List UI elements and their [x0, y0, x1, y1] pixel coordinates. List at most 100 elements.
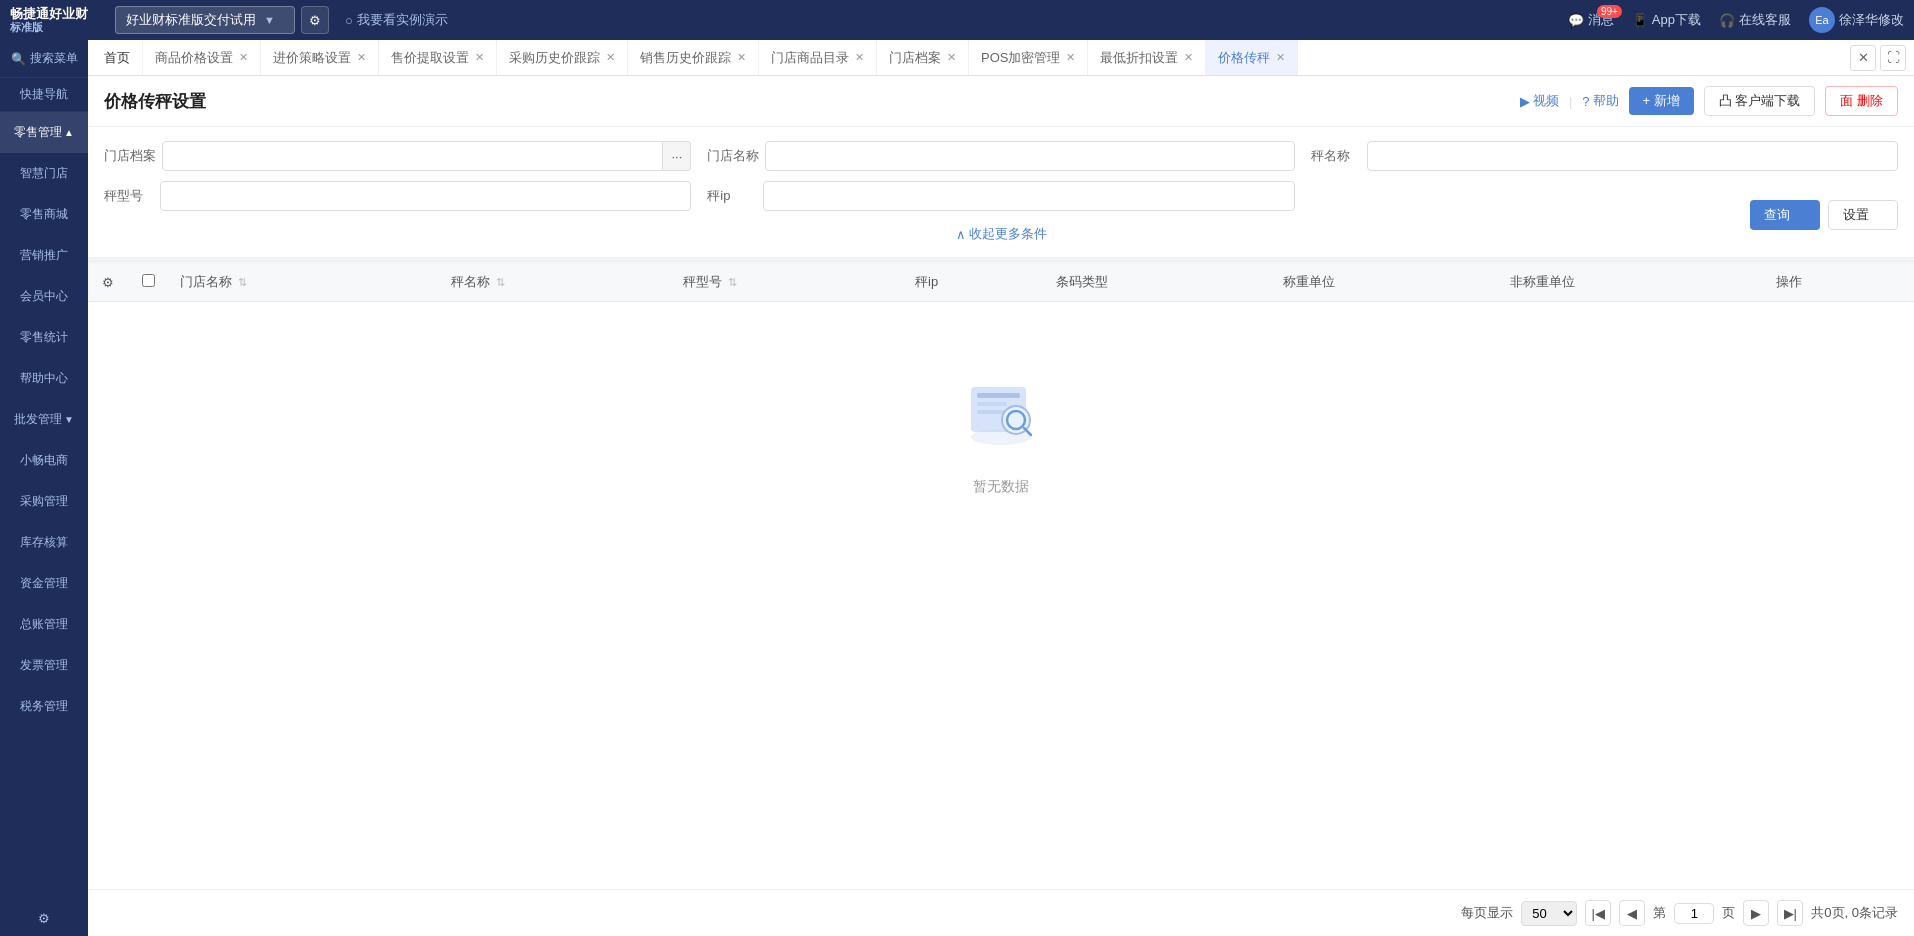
tab-sales-history-close-icon[interactable]: ✕ [737, 51, 746, 64]
expand-tab-button[interactable]: ⛶ [1880, 45, 1906, 71]
data-table: ⚙ 门店名称 ⇅ 秤名称 [88, 263, 1914, 302]
tab-purchase-strategy[interactable]: 进价策略设置 ✕ [261, 40, 379, 75]
sidebar-item-ecommerce-label: 小畅电商 [20, 452, 68, 469]
sidebar-item-marketing-label: 营销推广 [20, 247, 68, 264]
help-link[interactable]: ? 帮助 [1582, 92, 1618, 110]
select-all-checkbox[interactable] [142, 274, 155, 287]
sidebar-item-tax-label: 税务管理 [20, 698, 68, 715]
sidebar-item-tax[interactable]: 税务管理 [0, 686, 88, 727]
tab-sales-history[interactable]: 销售历史价跟踪 ✕ [628, 40, 759, 75]
sidebar-item-ledger[interactable]: 总账管理 [0, 604, 88, 645]
demo-link[interactable]: ○ 我要看实例演示 [345, 11, 448, 29]
collapse-button[interactable]: ∧ 收起更多条件 [104, 221, 1898, 247]
th-non-weight-unit-label: 非称重单位 [1510, 274, 1575, 289]
store-archive-input[interactable] [162, 141, 663, 171]
sidebar-item-ecommerce[interactable]: 小畅电商 [0, 440, 88, 481]
divider: | [1569, 94, 1572, 109]
tab-purchase-history-close-icon[interactable]: ✕ [606, 51, 615, 64]
add-button[interactable]: + 新增 [1629, 87, 1694, 115]
sidebar-quick-nav[interactable]: 快捷导航 [0, 78, 88, 112]
sidebar-item-smart-store[interactable]: 智慧门店 [0, 153, 88, 194]
prev-page-button[interactable]: ◀ [1619, 900, 1645, 926]
sidebar-item-members[interactable]: 会员中心 [0, 276, 88, 317]
sidebar-item-members-label: 会员中心 [20, 288, 68, 305]
tab-store-catalog-close-icon[interactable]: ✕ [855, 51, 864, 64]
empty-text: 暂无数据 [973, 478, 1029, 496]
version-settings-button[interactable]: ⚙ [301, 6, 329, 34]
video-label: 视频 [1533, 92, 1559, 110]
tab-store-catalog[interactable]: 门店商品目录 ✕ [759, 40, 877, 75]
sidebar-item-wholesale[interactable]: 批发管理 ▼ [0, 399, 88, 440]
tab-min-discount-close-icon[interactable]: ✕ [1184, 51, 1193, 64]
help-icon: ? [1582, 94, 1589, 109]
app-download-button[interactable]: 📱 App下载 [1632, 11, 1701, 29]
tab-price-transfer-close-icon[interactable]: ✕ [1276, 51, 1285, 64]
last-page-button[interactable]: ▶| [1777, 900, 1803, 926]
sidebar-item-retail-mall[interactable]: 零售商城 [0, 194, 88, 235]
page-input[interactable] [1674, 903, 1714, 924]
tab-product-price-close-icon[interactable]: ✕ [239, 51, 248, 64]
sidebar-search[interactable]: 🔍 搜索菜单 [0, 40, 88, 78]
tab-pos-encrypt-close-icon[interactable]: ✕ [1066, 51, 1075, 64]
tab-pos-encrypt[interactable]: POS加密管理 ✕ [969, 40, 1088, 75]
sidebar-item-retail-stats[interactable]: 零售统计 [0, 317, 88, 358]
sidebar-item-help[interactable]: 帮助中心 [0, 358, 88, 399]
sidebar-item-purchase[interactable]: 采购管理 [0, 481, 88, 522]
per-page-select[interactable]: 50 10 20 100 [1521, 901, 1577, 926]
download-button[interactable]: 凸 客户端下载 [1704, 86, 1816, 116]
search-row-2: 秤型号 秤ip [104, 181, 1898, 211]
scale-model-input[interactable] [160, 181, 691, 211]
close-tab-button[interactable]: ✕ [1850, 45, 1876, 71]
video-link[interactable]: ▶ 视频 [1520, 92, 1559, 110]
sort-icon-scale-name: ⇅ [496, 276, 505, 288]
page-label: 页 [1722, 904, 1735, 922]
online-service-button[interactable]: 🎧 在线客服 [1719, 11, 1791, 29]
set-button[interactable]: 设置 [1828, 200, 1898, 230]
sidebar-item-retail[interactable]: 零售管理 ▲ [0, 112, 88, 153]
first-page-button[interactable]: |◀ [1585, 900, 1611, 926]
tab-sale-price-close-icon[interactable]: ✕ [475, 51, 484, 64]
chevron-down-icon-wholesale: ▼ [64, 414, 74, 425]
tab-store-catalog-label: 门店商品目录 [771, 49, 849, 67]
delete-button[interactable]: 面 删除 [1825, 86, 1898, 116]
tab-home[interactable]: 首页 [92, 40, 143, 75]
tab-product-price[interactable]: 商品价格设置 ✕ [143, 40, 261, 75]
main-layout: 🔍 搜索菜单 快捷导航 零售管理 ▲ 智慧门店 零售商城 营销推广 会员中心 零… [0, 40, 1914, 936]
sidebar-item-invoice[interactable]: 发票管理 [0, 645, 88, 686]
scale-ip-input[interactable] [763, 181, 1294, 211]
tab-home-label: 首页 [104, 49, 130, 67]
version-selector[interactable]: 好业财标准版交付试用 ▼ [115, 6, 295, 34]
tab-purchase-strategy-close-icon[interactable]: ✕ [357, 51, 366, 64]
column-settings-icon: ⚙ [102, 275, 114, 290]
tab-sale-price[interactable]: 售价提取设置 ✕ [379, 40, 497, 75]
tab-price-transfer[interactable]: 价格传秤 ✕ [1206, 40, 1298, 75]
query-button[interactable]: 查询 [1750, 200, 1820, 230]
sidebar-item-finance[interactable]: 资金管理 [0, 563, 88, 604]
sidebar-item-inventory[interactable]: 库存核算 [0, 522, 88, 563]
th-settings[interactable]: ⚙ [88, 263, 128, 302]
th-scale-name: 秤名称 ⇅ [439, 263, 671, 302]
delete-label: 面 删除 [1840, 92, 1883, 110]
top-bar-right: 💬 消息 99+ 📱 App下载 🎧 在线客服 Ea 徐泽华修改 [1568, 7, 1904, 33]
sidebar-item-marketing[interactable]: 营销推广 [0, 235, 88, 276]
tab-min-discount[interactable]: 最低折扣设置 ✕ [1088, 40, 1206, 75]
sidebar-settings-button[interactable]: ⚙ [0, 901, 88, 936]
tab-store-archive[interactable]: 门店档案 ✕ [877, 40, 969, 75]
pagination: 每页显示 50 10 20 100 |◀ ◀ 第 页 ▶ ▶| 共0页, 0条记… [88, 889, 1914, 936]
tab-purchase-history[interactable]: 采购历史价跟踪 ✕ [497, 40, 628, 75]
user-name: 徐泽华修改 [1839, 11, 1904, 29]
scale-name-input[interactable] [1367, 141, 1898, 171]
store-archive-label: 门店档案 [104, 147, 156, 165]
user-menu-button[interactable]: Ea 徐泽华修改 [1809, 7, 1904, 33]
th-checkbox[interactable] [128, 263, 168, 302]
th-scale-ip: 秤ip [903, 263, 1044, 302]
tab-store-archive-close-icon[interactable]: ✕ [947, 51, 956, 64]
page-title: 价格传秤设置 [104, 90, 206, 113]
messages-button[interactable]: 💬 消息 99+ [1568, 11, 1614, 29]
content-area: 首页 商品价格设置 ✕ 进价策略设置 ✕ 售价提取设置 ✕ 采购历史价跟踪 ✕ … [88, 40, 1914, 936]
help-label: 帮助 [1593, 92, 1619, 110]
store-archive-dots-button[interactable]: ··· [663, 141, 691, 171]
store-name-input[interactable] [765, 141, 1294, 171]
message-icon: 💬 [1568, 13, 1584, 28]
next-page-button[interactable]: ▶ [1743, 900, 1769, 926]
